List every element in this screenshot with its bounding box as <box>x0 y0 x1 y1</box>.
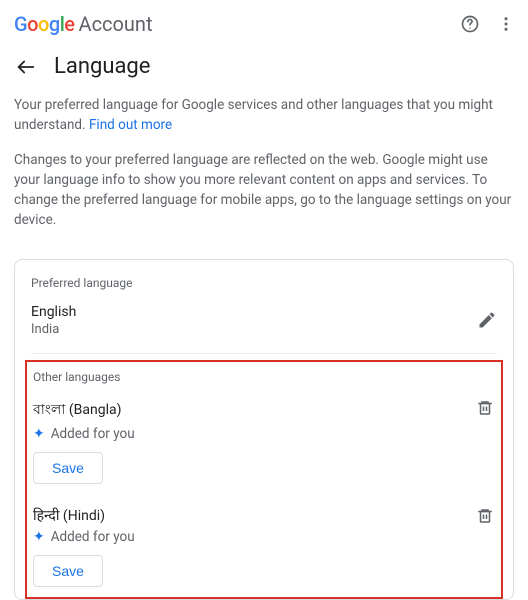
other-language-name: हिन्दी (Hindi) <box>33 506 135 525</box>
page-title: Language <box>54 54 150 79</box>
account-word: Account <box>79 12 153 36</box>
page-header: Language <box>0 44 528 95</box>
trash-icon[interactable] <box>475 506 495 526</box>
top-bar: Google Account <box>0 0 528 44</box>
intro-p1: Your preferred language for Google servi… <box>14 97 493 133</box>
preferred-language-region: India <box>31 322 76 337</box>
intro-text: Your preferred language for Google servi… <box>0 95 528 253</box>
added-for-you-label: Added for you <box>51 529 135 545</box>
find-out-more-link[interactable]: Find out more <box>89 117 172 133</box>
edit-icon[interactable] <box>477 310 497 330</box>
sparkle-icon: ✦ <box>33 427 45 441</box>
other-languages-highlight: Other languages বাংলা (Bangla) ✦ Added f… <box>25 360 503 599</box>
added-for-you-row: ✦ Added for you <box>33 426 135 442</box>
preferred-language-name: English <box>31 304 76 320</box>
more-vert-icon[interactable] <box>494 12 518 36</box>
other-language-name: বাংলা (Bangla) <box>33 398 135 422</box>
other-language-block: বাংলা (Bangla) ✦ Added for you Save <box>33 398 135 484</box>
google-logo: Google <box>14 12 75 36</box>
added-for-you-label: Added for you <box>51 426 135 442</box>
preferred-language-row: English India <box>31 304 497 354</box>
language-card: Preferred language English India Other l… <box>14 259 514 600</box>
back-arrow-icon[interactable] <box>14 55 38 79</box>
topbar-actions <box>458 12 518 36</box>
preferred-section-label: Preferred language <box>31 276 497 290</box>
other-language-row: हिन्दी (Hindi) ✦ Added for you Save <box>33 506 495 587</box>
save-button[interactable]: Save <box>33 555 103 587</box>
save-button[interactable]: Save <box>33 452 103 484</box>
help-icon[interactable] <box>458 12 482 36</box>
brand: Google Account <box>14 12 153 36</box>
preferred-language-text: English India <box>31 304 76 337</box>
intro-p2: Changes to your preferred language are r… <box>14 150 514 231</box>
other-language-block: हिन्दी (Hindi) ✦ Added for you Save <box>33 506 135 587</box>
other-section-label: Other languages <box>33 370 495 384</box>
trash-icon[interactable] <box>475 398 495 418</box>
sparkle-icon: ✦ <box>33 530 45 544</box>
other-language-row: বাংলা (Bangla) ✦ Added for you Save <box>33 398 495 484</box>
added-for-you-row: ✦ Added for you <box>33 529 135 545</box>
